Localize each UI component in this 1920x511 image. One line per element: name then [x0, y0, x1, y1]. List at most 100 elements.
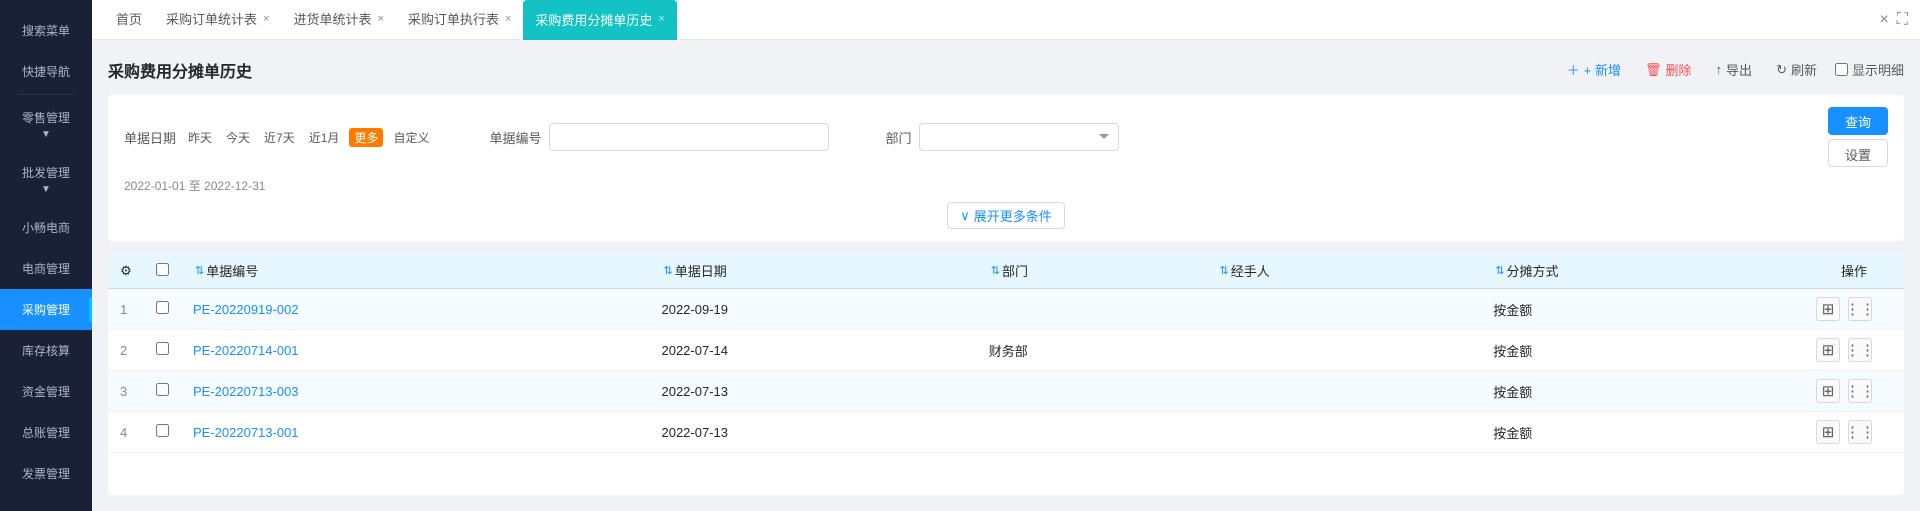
sidebar-item-purchase[interactable]: 采购管理 [0, 289, 92, 330]
dept-cell [977, 289, 1206, 330]
sort-icon: ⇅ [991, 264, 1000, 277]
sidebar-item-quick-nav[interactable]: 快捷导航 [0, 51, 92, 92]
sidebar-item-ecommerce-small[interactable]: 小畅电商 [0, 207, 92, 248]
sort-icon: ⇅ [663, 264, 672, 277]
doc-link[interactable]: PE-20220919-002 [193, 302, 299, 317]
sidebar-item-label: 发票管理 [6, 465, 86, 482]
more-icon[interactable]: ⋮⋮ [1848, 297, 1872, 321]
sidebar-item-finance[interactable]: 资金管理 [0, 371, 92, 412]
close-icon[interactable]: × [658, 13, 664, 25]
delete-button[interactable]: 🗑 删除 [1639, 56, 1698, 83]
sidebar-item-retail[interactable]: 零售管理 ▼ [0, 97, 92, 152]
tab-home[interactable]: 首页 [104, 0, 154, 40]
row-checkbox[interactable] [156, 424, 169, 437]
view-icon[interactable]: ⊞ [1816, 379, 1840, 403]
tab-label: 采购订单统计表 [166, 9, 257, 28]
dept-cell: 财务部 [977, 330, 1206, 371]
sidebar-item-ledger[interactable]: 总账管理 [0, 412, 92, 453]
gear-icon[interactable]: ⚙ [120, 263, 132, 278]
shortcut-more[interactable]: 更多 [349, 128, 383, 147]
sidebar-item-label: 电商管理 [6, 260, 86, 277]
action-cell: ⊞ ⋮⋮ [1804, 289, 1904, 330]
sidebar-item-ecommerce[interactable]: 电商管理 [0, 248, 92, 289]
tab-label: 采购费用分摊单历史 [535, 10, 652, 29]
chevron-down-icon: ▼ [41, 184, 51, 195]
row-checkbox[interactable] [156, 301, 169, 314]
page-content: 采购费用分摊单历史 ＋ + 新增 🗑 删除 ↑ 导出 ↻ 刷新 [92, 40, 1920, 511]
doc-no-cell: PE-20220714-001 [181, 330, 649, 371]
sidebar-item-wholesale[interactable]: 批发管理 ▼ [0, 152, 92, 207]
shortcut-custom[interactable]: 自定义 [389, 128, 433, 147]
row-num: 1 [108, 289, 144, 330]
display-toggle-checkbox[interactable] [1835, 63, 1848, 76]
table-row: 1 PE-20220919-002 2022-09-19 按金额 ⊞ ⋮⋮ [108, 289, 1904, 330]
view-icon[interactable]: ⊞ [1816, 297, 1840, 321]
chevron-down-icon: ▼ [41, 129, 51, 140]
tab-purchase-order-stats[interactable]: 采购订单统计表 × [154, 0, 281, 40]
refresh-label: 刷新 [1791, 60, 1817, 79]
sidebar-item-search[interactable]: 搜索菜单 [0, 10, 92, 51]
sidebar-item-inventory[interactable]: 库存核算 [0, 330, 92, 371]
date-cell: 2022-07-14 [649, 330, 976, 371]
method-cell: 按金额 [1481, 330, 1804, 371]
refresh-button[interactable]: ↻ 刷新 [1770, 56, 1823, 83]
row-checkbox-cell [144, 330, 181, 371]
sidebar-item-label: 搜索菜单 [6, 22, 86, 39]
shortcut-yesterday[interactable]: 昨天 [184, 128, 216, 147]
shortcut-7days[interactable]: 近7天 [260, 128, 299, 147]
export-button[interactable]: ↑ 导出 [1710, 56, 1759, 83]
settings-button[interactable]: 设置 [1828, 139, 1888, 167]
action-cell: ⊞ ⋮⋮ [1804, 371, 1904, 412]
dept-select[interactable] [919, 123, 1119, 151]
add-label: + 新增 [1584, 60, 1621, 79]
row-checkbox-cell [144, 371, 181, 412]
display-toggle-label: 显示明细 [1852, 60, 1904, 79]
export-icon: ↑ [1716, 62, 1723, 77]
close-icon[interactable]: × [263, 13, 269, 25]
row-checkbox[interactable] [156, 383, 169, 396]
doc-no-cell: PE-20220713-001 [181, 412, 649, 453]
tab-purchase-expense-history[interactable]: 采购费用分摊单历史 × [523, 0, 676, 40]
view-icon[interactable]: ⊞ [1816, 420, 1840, 444]
sidebar-item-invoice[interactable]: 发票管理 [0, 453, 92, 494]
close-icon[interactable]: × [505, 13, 511, 25]
close-icon[interactable]: × [377, 13, 383, 25]
tab-goods-stats[interactable]: 进货单统计表 × [281, 0, 395, 40]
page-title: 采购费用分摊单历史 [108, 58, 252, 82]
query-button[interactable]: 查询 [1828, 107, 1888, 135]
shortcut-1month[interactable]: 近1月 [305, 128, 344, 147]
minimize-icon[interactable]: × [1879, 11, 1888, 29]
th-label: 分摊方式 [1506, 261, 1558, 280]
doc-no-cell: PE-20220919-002 [181, 289, 649, 330]
action-cell: ⊞ ⋮⋮ [1804, 412, 1904, 453]
doc-link[interactable]: PE-20220714-001 [193, 343, 299, 358]
view-icon[interactable]: ⊞ [1816, 338, 1840, 362]
toolbar: ＋ + 新增 🗑 删除 ↑ 导出 ↻ 刷新 显示明细 [1561, 56, 1904, 83]
more-icon[interactable]: ⋮⋮ [1848, 338, 1872, 362]
method-cell: 按金额 [1481, 412, 1804, 453]
doc-link[interactable]: PE-20220713-003 [193, 384, 299, 399]
more-icon[interactable]: ⋮⋮ [1848, 379, 1872, 403]
sidebar: 搜索菜单 快捷导航 零售管理 ▼ 批发管理 ▼ 小畅电商 电商管理 采购管理 库… [0, 0, 92, 511]
add-button[interactable]: ＋ + 新增 [1561, 56, 1627, 83]
doc-link[interactable]: PE-20220713-001 [193, 425, 299, 440]
doc-no-input[interactable] [549, 123, 829, 151]
row-checkbox-cell [144, 289, 181, 330]
th-action: 操作 [1804, 253, 1904, 289]
maximize-icon[interactable]: ⛶ [1897, 11, 1908, 29]
date-filter: 单据日期 昨天 今天 近7天 近1月 更多 自定义 [124, 128, 433, 147]
select-all-checkbox[interactable] [156, 263, 169, 276]
tab-purchase-order-exec[interactable]: 采购订单执行表 × [396, 0, 523, 40]
doc-no-label: 单据编号 [489, 128, 541, 147]
handler-cell [1206, 330, 1482, 371]
display-toggle[interactable]: 显示明细 [1835, 60, 1904, 79]
dept-label: 部门 [885, 128, 911, 147]
expand-button[interactable]: ∨ 展开更多条件 [947, 202, 1065, 229]
dept-filter: 部门 [885, 123, 1119, 151]
tab-label: 首页 [116, 9, 142, 28]
date-range-text: 2022-01-01 至 2022-12-31 [124, 177, 265, 194]
row-checkbox[interactable] [156, 342, 169, 355]
delete-label: 删除 [1666, 60, 1692, 79]
shortcut-today[interactable]: 今天 [222, 128, 254, 147]
more-icon[interactable]: ⋮⋮ [1848, 420, 1872, 444]
